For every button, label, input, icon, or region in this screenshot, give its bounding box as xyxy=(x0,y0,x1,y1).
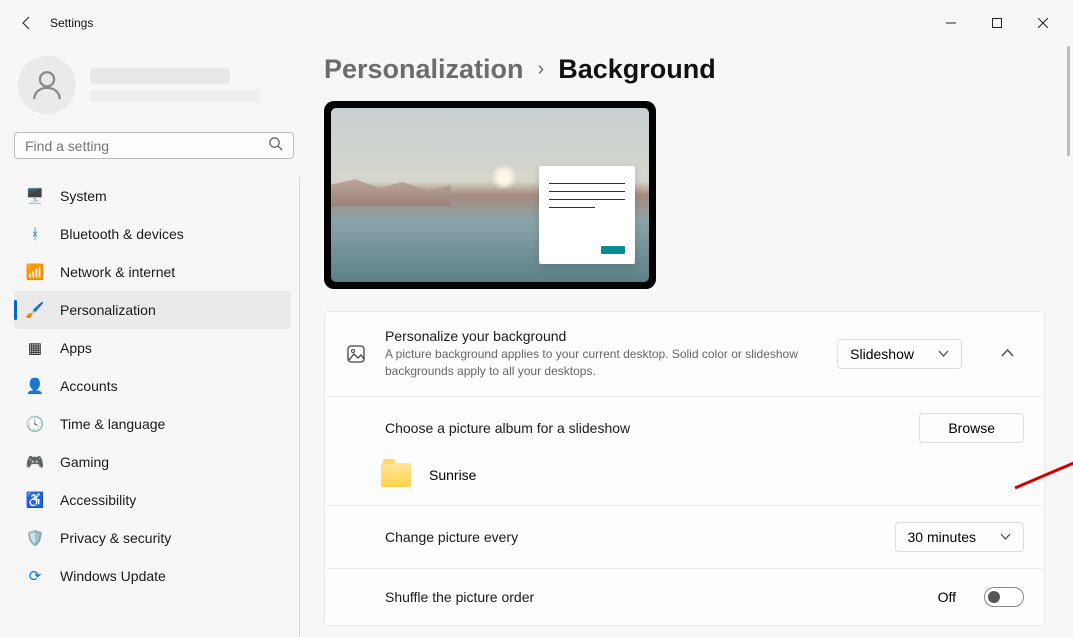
sidebar-item-label: Accounts xyxy=(60,378,118,394)
sidebar-item-label: Bluetooth & devices xyxy=(60,226,184,242)
sidebar-item-label: Personalization xyxy=(60,302,156,318)
maximize-button[interactable] xyxy=(975,8,1019,38)
accessibility-icon: ♿ xyxy=(26,491,44,509)
sidebar-item-bluetooth[interactable]: ᚼ Bluetooth & devices xyxy=(14,215,291,253)
profile-name xyxy=(90,68,300,102)
chevron-right-icon: › xyxy=(538,58,545,81)
shuffle-value: Off xyxy=(938,589,956,605)
album-name: Sunrise xyxy=(429,467,476,483)
sidebar-item-label: Apps xyxy=(60,340,92,356)
shield-icon: 🛡️ xyxy=(26,529,44,547)
background-preview xyxy=(324,101,656,289)
person-icon: 👤 xyxy=(26,377,44,395)
chevron-down-icon xyxy=(1000,529,1011,545)
sidebar-item-personalization[interactable]: 🖌️ Personalization xyxy=(14,291,291,329)
sidebar-item-time[interactable]: 🕓 Time & language xyxy=(14,405,291,443)
personalize-card: Personalize your background A picture ba… xyxy=(324,311,1045,626)
search-icon xyxy=(268,136,283,156)
avatar xyxy=(18,56,76,114)
background-mode-dropdown[interactable]: Slideshow xyxy=(837,339,962,369)
apps-icon: ▦ xyxy=(26,339,44,357)
picture-icon xyxy=(345,344,367,364)
bluetooth-icon: ᚼ xyxy=(26,225,44,243)
sidebar: 🖥️ System ᚼ Bluetooth & devices 📶 Network &… xyxy=(0,46,300,637)
sidebar-item-label: System xyxy=(60,188,107,204)
breadcrumb-current: Background xyxy=(558,54,716,85)
dropdown-value: Slideshow xyxy=(850,346,914,362)
sidebar-item-accessibility[interactable]: ♿ Accessibility xyxy=(14,481,291,519)
album-row[interactable]: Sunrise xyxy=(325,459,1044,505)
nav-list: 🖥️ System ᚼ Bluetooth & devices 📶 Network &… xyxy=(14,177,300,637)
close-button[interactable] xyxy=(1021,8,1065,38)
sidebar-item-label: Time & language xyxy=(60,416,165,432)
user-profile[interactable] xyxy=(14,52,300,132)
search-input[interactable] xyxy=(25,138,268,154)
shuffle-toggle[interactable] xyxy=(984,587,1024,607)
gaming-icon: 🎮 xyxy=(26,453,44,471)
sidebar-item-label: Privacy & security xyxy=(60,530,171,546)
personalize-title: Personalize your background xyxy=(385,328,819,344)
sidebar-item-label: Network & internet xyxy=(60,264,175,280)
sidebar-item-update[interactable]: ⟳ Windows Update xyxy=(14,557,291,595)
back-button[interactable] xyxy=(8,4,46,42)
browse-button[interactable]: Browse xyxy=(919,413,1024,443)
system-icon: 🖥️ xyxy=(26,187,44,205)
change-every-dropdown[interactable]: 30 minutes xyxy=(895,522,1024,552)
sidebar-item-system[interactable]: 🖥️ System xyxy=(14,177,291,215)
sidebar-item-privacy[interactable]: 🛡️ Privacy & security xyxy=(14,519,291,557)
main-content: Personalization › Background Personalize… xyxy=(300,46,1073,637)
breadcrumb: Personalization › Background xyxy=(324,54,1045,85)
breadcrumb-parent[interactable]: Personalization xyxy=(324,54,524,85)
dropdown-value: 30 minutes xyxy=(908,529,976,545)
window-title: Settings xyxy=(50,16,93,30)
sidebar-item-label: Accessibility xyxy=(60,492,136,508)
sidebar-item-label: Gaming xyxy=(60,454,109,470)
sidebar-item-apps[interactable]: ▦ Apps xyxy=(14,329,291,367)
chevron-down-icon xyxy=(938,346,949,362)
change-every-label: Change picture every xyxy=(385,529,877,545)
paintbrush-icon: 🖌️ xyxy=(26,301,44,319)
scrollbar[interactable] xyxy=(1067,46,1070,156)
expand-button[interactable] xyxy=(990,337,1024,371)
shuffle-label: Shuffle the picture order xyxy=(385,589,920,605)
clock-icon: 🕓 xyxy=(26,415,44,433)
wifi-icon: 📶 xyxy=(26,263,44,281)
search-box[interactable] xyxy=(14,132,294,159)
folder-icon xyxy=(381,463,411,487)
titlebar: Settings xyxy=(0,0,1073,46)
choose-album-label: Choose a picture album for a slideshow xyxy=(385,420,901,436)
sidebar-item-gaming[interactable]: 🎮 Gaming xyxy=(14,443,291,481)
sidebar-item-label: Windows Update xyxy=(60,568,166,584)
sidebar-item-accounts[interactable]: 👤 Accounts xyxy=(14,367,291,405)
minimize-button[interactable] xyxy=(929,8,973,38)
update-icon: ⟳ xyxy=(26,567,44,585)
personalize-subtitle: A picture background applies to your cur… xyxy=(385,346,815,380)
sidebar-item-network[interactable]: 📶 Network & internet xyxy=(14,253,291,291)
